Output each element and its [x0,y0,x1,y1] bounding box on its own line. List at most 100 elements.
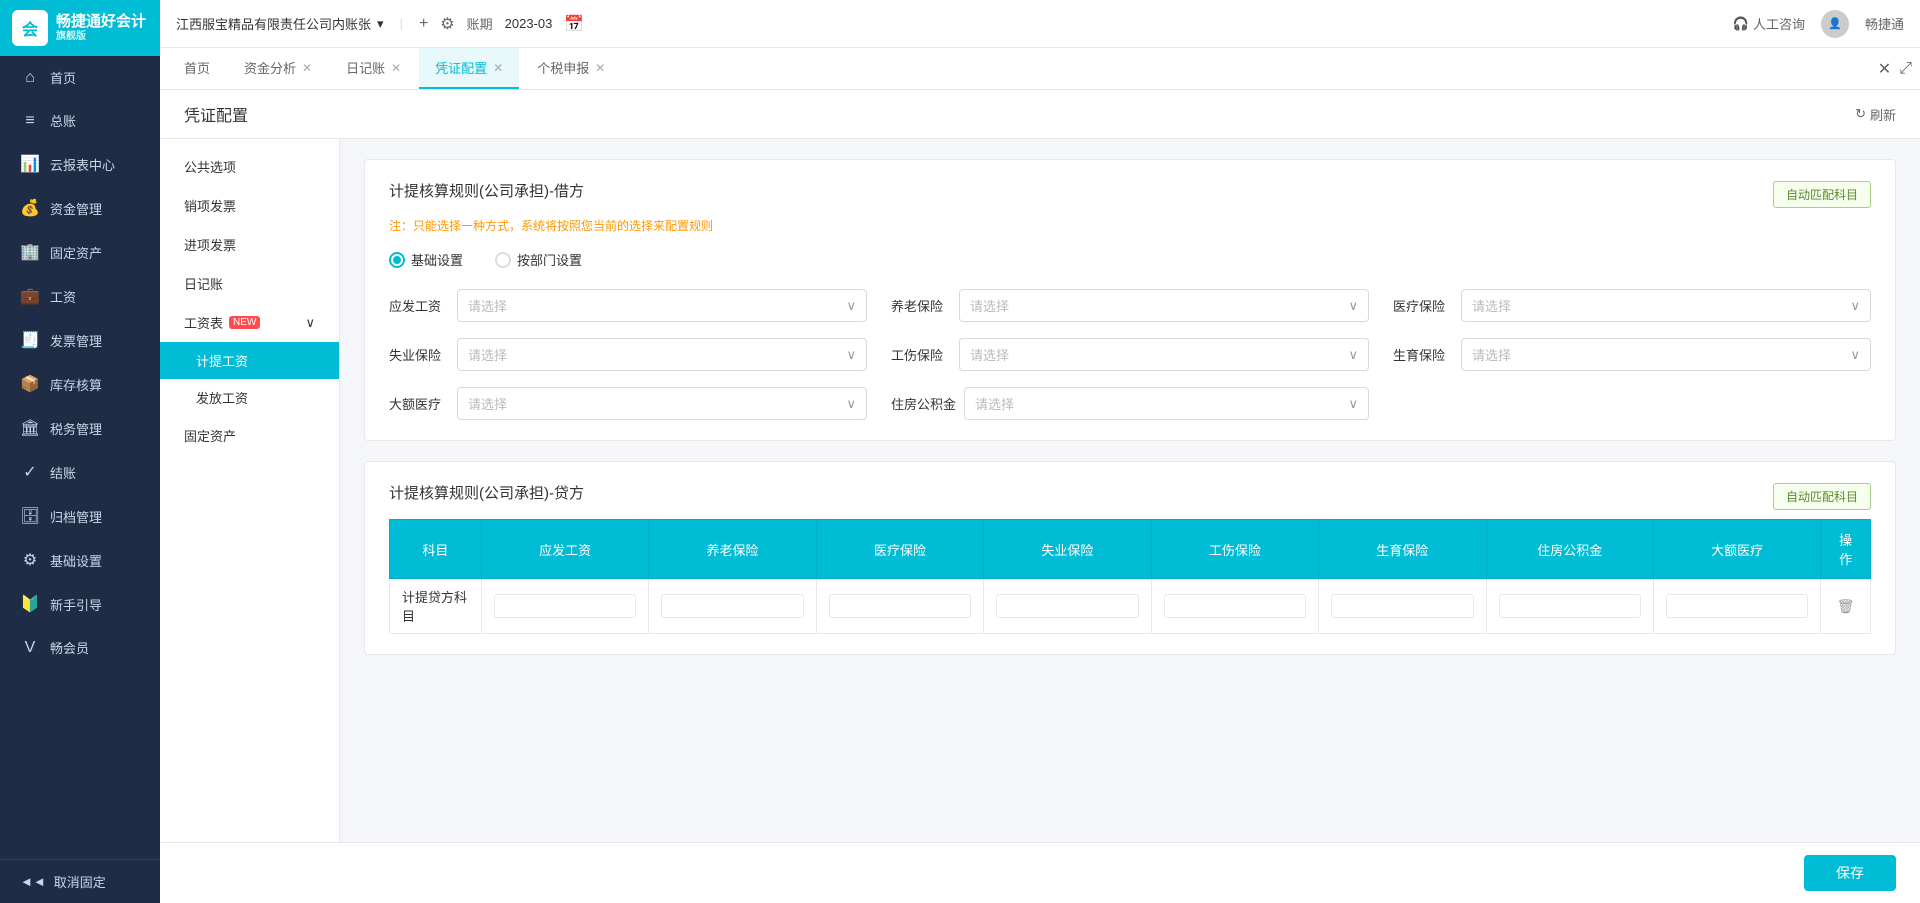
topbar-divider: | [400,16,403,31]
logo-text: 畅捷通好会计 旗舰版 [56,13,146,43]
select-maternity[interactable]: 请选择 ∨ [1461,338,1871,371]
delete-row-button[interactable]: 🗑 [1837,598,1855,614]
credit-housing-input[interactable] [1499,594,1641,618]
subnav-purchase[interactable]: 进项发票 [160,225,339,264]
sidebar-item-assets[interactable]: 🏢 固定资产 [0,230,160,274]
sidebar-item-salary[interactable]: 💼 工资 [0,274,160,318]
tab-close-all-icon[interactable]: ✕ [1878,59,1891,79]
sidebar-item-home[interactable]: ⌂ 首页 [0,56,160,99]
radio-dept[interactable]: 按部门设置 [495,250,582,269]
credit-large-medical-input[interactable] [1666,594,1808,618]
content-header: 凭证配置 ↻ 刷新 [160,90,1920,139]
save-button[interactable]: 保存 [1804,855,1896,891]
sidebar-item-invoice[interactable]: 🧾 发票管理 [0,318,160,362]
tab-tax-report[interactable]: 个税申报 ✕ [521,48,621,89]
subnav-salary-pay[interactable]: 发放工资 [160,379,339,416]
credit-unemployment-input[interactable] [996,594,1138,618]
refresh-button[interactable]: ↻ 刷新 [1855,105,1896,124]
select-large-medical[interactable]: 请选择 ∨ [457,387,867,420]
select-unemployment[interactable]: 请选择 ∨ [457,338,867,371]
sidebar-item-funds[interactable]: 💰 资金管理 [0,186,160,230]
content: 凭证配置 ↻ 刷新 公共选项 销项发票 进项发票 日记账 [160,90,1920,903]
sidebar-item-guide[interactable]: 🔰 新手引导 [0,582,160,626]
credit-injury-input[interactable] [1164,594,1306,618]
select-housing-fund[interactable]: 请选择 ∨ [964,387,1369,420]
tab-tax-report-close[interactable]: ✕ [595,61,605,75]
page-title: 凭证配置 [184,102,248,126]
tabs-right-actions: ✕ ⤢ [1878,59,1912,79]
tab-fund-close[interactable]: ✕ [302,61,312,75]
th-large-medical: 大额医疗 [1653,520,1820,579]
td-housing-input [1486,579,1653,634]
sidebar-item-close[interactable]: ✓ 结账 [0,450,160,494]
sidebar-item-ledger[interactable]: ≡ 总账 [0,99,160,142]
sidebar-item-archive[interactable]: 🗄 归档管理 [0,494,160,538]
subnav: 公共选项 销项发票 进项发票 日记账 工资表 NEW ∨ [160,139,340,842]
sidebar-item-reports[interactable]: 📊 云报表中心 [0,142,160,186]
subnav-public[interactable]: 公共选项 [160,147,339,186]
tab-journal-close[interactable]: ✕ [391,61,401,75]
td-maternity-input [1319,579,1486,634]
debit-auto-match-button[interactable]: 自动匹配科目 [1773,181,1871,208]
close-account-icon: ✓ [20,462,40,482]
chevron-down-icon: ∨ [305,315,315,331]
sidebar-item-inventory[interactable]: 📦 库存核算 [0,362,160,406]
save-bar: 保存 [160,842,1920,903]
tab-voucher-config[interactable]: 凭证配置 ✕ [419,48,519,89]
chevron-down-icon: ∨ [1348,347,1358,363]
subnav-salary-table-label: 工资表 NEW [184,313,260,332]
sidebar-item-tax[interactable]: 🏛 税务管理 [0,406,160,450]
sidebar-item-vip[interactable]: V 畅会员 [0,626,160,669]
label-maternity: 生育保险 [1393,345,1453,364]
select-injury[interactable]: 请选择 ∨ [959,338,1369,371]
subnav-fixed-assets[interactable]: 固定资产 [160,416,339,455]
td-medical-input [816,579,983,634]
subnav-salary-table-group[interactable]: 工资表 NEW ∨ [160,303,339,342]
label-large-medical: 大额医疗 [389,394,449,413]
tab-voucher-config-close[interactable]: ✕ [493,61,503,75]
sidebar-item-settings[interactable]: ⚙ 基础设置 [0,538,160,582]
human-service-button[interactable]: 🎧 人工咨询 [1733,14,1805,33]
subnav-sales[interactable]: 销项发票 [160,186,339,225]
logo-icon: 会 [12,10,48,46]
radio-basic[interactable]: 基础设置 [389,250,463,269]
credit-pension-input[interactable] [661,594,803,618]
credit-medical-input[interactable] [829,594,971,618]
td-pension-input [649,579,816,634]
td-unemployment-input [984,579,1151,634]
company-selector[interactable]: 江西服宝精品有限责任公司内账张 ▾ [176,14,384,33]
settings-icon[interactable]: ⚙ [440,14,454,34]
calendar-icon[interactable]: 📅 [564,14,584,34]
tab-journal[interactable]: 日记账 ✕ [330,48,417,89]
select-medical[interactable]: 请选择 ∨ [1461,289,1871,322]
select-pension[interactable]: 请选择 ∨ [959,289,1369,322]
th-salary: 应发工资 [481,520,648,579]
credit-salary-input[interactable] [494,594,636,618]
field-maternity: 生育保险 请选择 ∨ [1393,338,1871,371]
debit-section: 计提核算规则(公司承担)-借方 自动匹配科目 注：只能选择一种方式，系统将按照您… [364,159,1896,441]
select-salary[interactable]: 请选择 ∨ [457,289,867,322]
unpin-button[interactable]: ◄◄ 取消固定 [0,859,160,903]
content-body: 公共选项 销项发票 进项发票 日记账 工资表 NEW ∨ [160,139,1920,842]
debit-section-title: 计提核算规则(公司承担)-借方 [389,180,584,201]
user-avatar: 👤 [1821,10,1849,38]
credit-maternity-input[interactable] [1331,594,1473,618]
th-unemployment: 失业保险 [984,520,1151,579]
ledger-icon: ≡ [20,112,40,130]
td-subject-label: 计提贷方科目 [390,579,482,634]
vip-icon: V [20,639,40,657]
th-subject: 科目 [390,520,482,579]
tab-home[interactable]: 首页 [168,48,226,89]
td-salary-input [481,579,648,634]
company-name: 江西服宝精品有限责任公司内账张 [176,14,371,33]
tab-fund[interactable]: 资金分析 ✕ [228,48,328,89]
unpin-icon: ◄◄ [20,874,46,889]
subnav-journal[interactable]: 日记账 [160,264,339,303]
add-company-icon[interactable]: + [419,15,428,33]
subnav-salary-accrual[interactable]: 计提工资 [160,342,339,379]
credit-auto-match-button[interactable]: 自动匹配科目 [1773,483,1871,510]
debit-form-grid: 应发工资 请选择 ∨ 养老保险 请选择 ∨ [389,289,1871,420]
tab-expand-icon[interactable]: ⤢ [1899,60,1912,78]
field-large-medical: 大额医疗 请选择 ∨ [389,387,867,420]
th-pension: 养老保险 [649,520,816,579]
